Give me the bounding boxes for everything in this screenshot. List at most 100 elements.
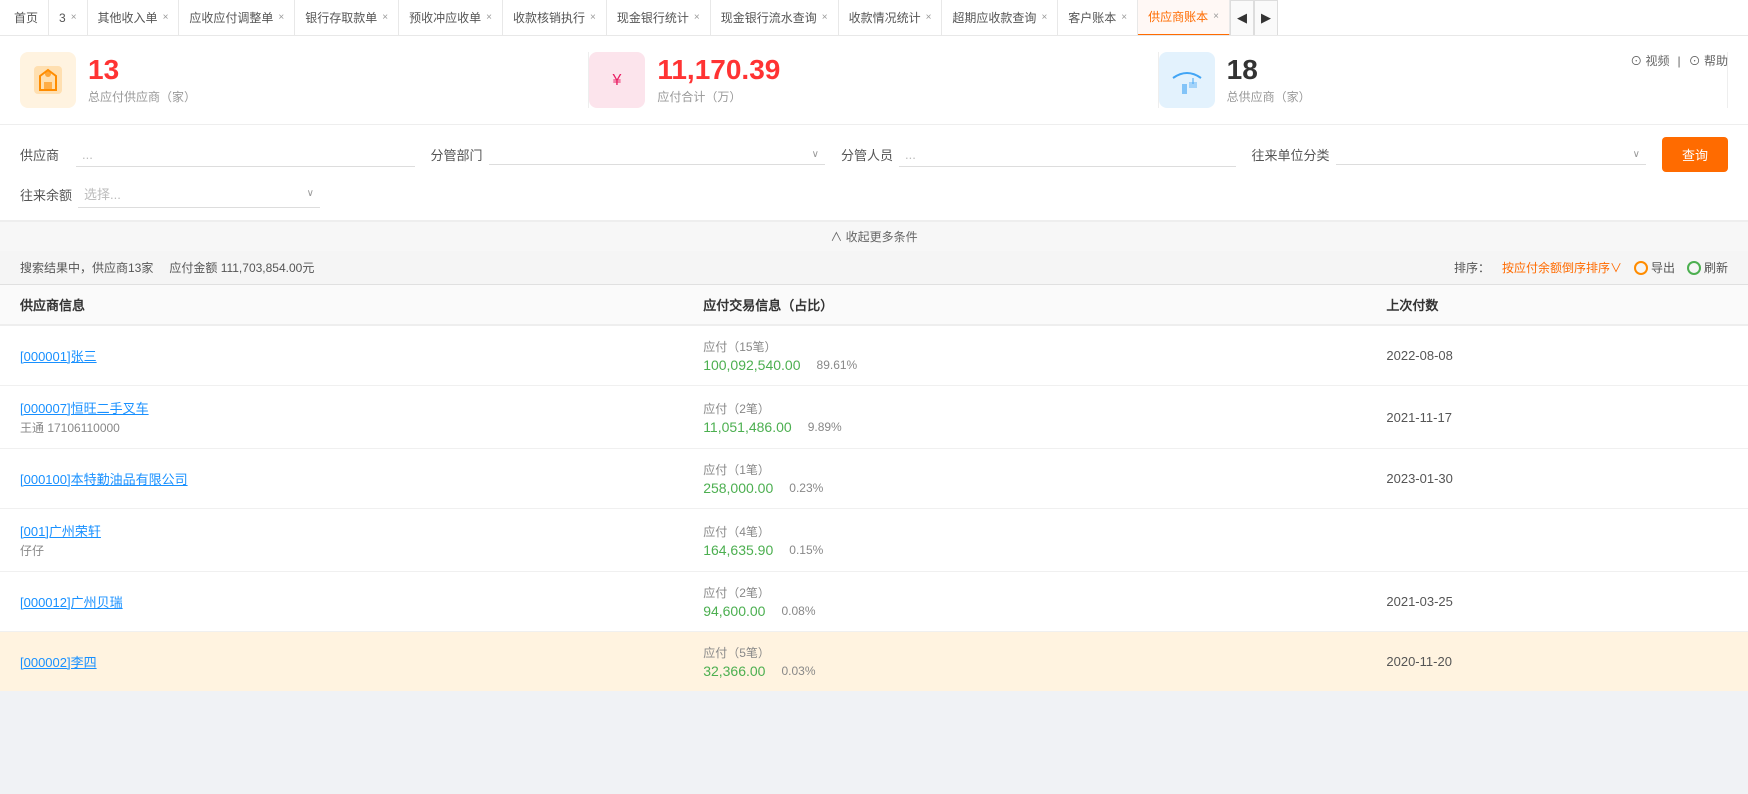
supplier-link[interactable]: [001]广州荣轩 xyxy=(20,521,703,540)
close-icon[interactable]: × xyxy=(486,12,492,23)
nav-tab-collection-verify-label: 收款核销执行 xyxy=(513,9,585,26)
result-bar: 搜索结果中，供应商13家 应付金额 111,703,854.00元 排序： 按应… xyxy=(0,251,1748,285)
summary-bar: 13 总应付供应商（家） ¥ 11,170.39 应付合计（万） xyxy=(0,36,1748,125)
supplier-link[interactable]: [000001]张三 xyxy=(20,346,703,365)
sort-select[interactable]: 按应付余额倒序排序∨ xyxy=(1502,259,1622,276)
close-icon[interactable]: × xyxy=(1121,12,1127,23)
result-info: 搜索结果中，供应商13家 应付金额 111,703,854.00元 xyxy=(20,259,314,276)
tx-amount[interactable]: 94,600.00 xyxy=(703,603,765,619)
category-filter-label: 往来单位分类 xyxy=(1252,145,1330,164)
nav-tab-collection-verify[interactable]: 收款核销执行 × xyxy=(503,0,607,36)
card2-label: 应付合计（万） xyxy=(657,88,780,105)
nav-next-arrow[interactable]: ▶ xyxy=(1254,0,1278,36)
filter-area: 供应商 分管部门 ∨ 分管人员 往来单位分类 ∨ 查询 xyxy=(0,125,1748,221)
category-select[interactable]: ∨ xyxy=(1336,145,1646,165)
collapse-conditions-bar[interactable]: ∧ 收起更多条件 xyxy=(0,221,1748,251)
tx-cell: 应付（4笔） 164,635.90 0.15% xyxy=(703,523,1386,558)
nav-tab-collect-stat[interactable]: 收款情况统计 × xyxy=(839,0,943,36)
filter-supplier: 供应商 xyxy=(20,143,415,167)
chevron-down-icon: ∨ xyxy=(307,188,314,199)
video-link[interactable]: ⊙ 视频 xyxy=(1630,52,1669,69)
balance-select[interactable]: 选择... ∨ xyxy=(78,180,320,208)
nav-tab-other-income[interactable]: 其他收入单 × xyxy=(88,0,180,36)
nav-tab-customer-account[interactable]: 客户账本 × xyxy=(1058,0,1138,36)
nav-tab-bank-deposit-label: 银行存取款单 xyxy=(305,9,377,26)
close-icon[interactable]: × xyxy=(926,12,932,23)
filter-row-1: 供应商 分管部门 ∨ 分管人员 往来单位分类 ∨ 查询 xyxy=(20,137,1728,172)
close-icon[interactable]: × xyxy=(1213,11,1219,22)
close-icon[interactable]: × xyxy=(163,12,169,23)
supplier-link[interactable]: [000002]李四 xyxy=(20,652,703,671)
tx-label: 应付（5笔） xyxy=(703,644,1386,661)
filter-balance: 往来余额 选择... ∨ xyxy=(20,180,320,208)
summary-card-payable-total: ¥ 11,170.39 应付合计（万） xyxy=(589,52,1158,108)
last-pay-cell: 2021-11-17 xyxy=(1386,410,1728,425)
refresh-label: 刷新 xyxy=(1704,259,1728,276)
close-icon[interactable]: × xyxy=(382,12,388,23)
balance-filter-label: 往来余额 xyxy=(20,185,72,204)
top-right-links: ⊙ 视频 | ⊙ 帮助 xyxy=(1630,52,1728,69)
supplier-link[interactable]: [000100]本特勤油品有限公司 xyxy=(20,469,703,488)
close-icon[interactable]: × xyxy=(1041,12,1047,23)
supplier-cell: [000002]李四 xyxy=(20,652,703,671)
filter-person: 分管人员 xyxy=(841,143,1236,167)
refresh-button[interactable]: 刷新 xyxy=(1687,259,1728,276)
tx-amount[interactable]: 32,366.00 xyxy=(703,663,765,679)
top-navigation: 首页 3 × 其他收入单 × 应收应付调整单 × 银行存取款单 × 预收冲应收单… xyxy=(0,0,1748,36)
supplier-input[interactable] xyxy=(76,143,415,167)
tx-label: 应付（1笔） xyxy=(703,461,1386,478)
total-suppliers: 18 xyxy=(1227,55,1311,86)
tx-label: 应付（2笔） xyxy=(703,584,1386,601)
table-row: [000001]张三 应付（15笔） 100,092,540.00 89.61%… xyxy=(0,326,1748,386)
payable-icon: ¥ xyxy=(589,52,645,108)
tx-cell: 应付（2笔） 94,600.00 0.08% xyxy=(703,584,1386,619)
supplier-icon xyxy=(20,52,76,108)
person-filter-label: 分管人员 xyxy=(841,145,893,164)
card2-info: 11,170.39 应付合计（万） xyxy=(657,55,780,105)
query-button[interactable]: 查询 xyxy=(1662,137,1728,172)
close-icon[interactable]: × xyxy=(71,12,77,23)
dept-select[interactable]: ∨ xyxy=(489,145,825,165)
result-supplier-count: 搜索结果中，供应商13家 xyxy=(20,259,153,276)
help-link[interactable]: ⊙ 帮助 xyxy=(1689,52,1728,69)
tx-amount[interactable]: 11,051,486.00 xyxy=(703,419,792,435)
filter-row-2: 往来余额 选择... ∨ xyxy=(20,180,1728,208)
nav-tab-supplier-account[interactable]: 供应商账本 × xyxy=(1138,0,1230,36)
tx-label: 应付（4笔） xyxy=(703,523,1386,540)
nav-tab-prepay-collect[interactable]: 预收冲应收单 × xyxy=(399,0,503,36)
person-input[interactable] xyxy=(899,143,1235,167)
supplier-sub: 王通 17106110000 xyxy=(20,419,703,436)
close-icon[interactable]: × xyxy=(822,12,828,23)
tx-label: 应付（15笔） xyxy=(703,338,1386,355)
nav-prev-arrow[interactable]: ◀ xyxy=(1230,0,1254,36)
payable-total-amount: 11,170.39 xyxy=(657,55,780,86)
close-icon[interactable]: × xyxy=(694,12,700,23)
export-button[interactable]: 导出 xyxy=(1634,259,1675,276)
nav-tab-cash-bank-stat[interactable]: 现金银行统计 × xyxy=(607,0,711,36)
tx-amount[interactable]: 164,635.90 xyxy=(703,542,773,558)
table-row: [000007]恒旺二手叉车 王通 17106110000 应付（2笔） 11,… xyxy=(0,386,1748,449)
store-icon xyxy=(1159,52,1215,108)
filter-category: 往来单位分类 ∨ xyxy=(1252,145,1647,165)
tx-amount[interactable]: 100,092,540.00 xyxy=(703,357,800,373)
supplier-link[interactable]: [000012]广州贝瑞 xyxy=(20,592,703,611)
nav-tab-home-label: 首页 xyxy=(14,9,38,26)
nav-tab-bank-deposit[interactable]: 银行存取款单 × xyxy=(295,0,399,36)
tx-amount[interactable]: 258,000.00 xyxy=(703,480,773,496)
close-icon[interactable]: × xyxy=(590,12,596,23)
link-separator: | xyxy=(1678,54,1681,68)
table-body: [000001]张三 应付（15笔） 100,092,540.00 89.61%… xyxy=(0,326,1748,691)
nav-tab-cash-bank-flow-label: 现金银行流水查询 xyxy=(721,9,817,26)
nav-tab-ap-adjust[interactable]: 应收应付调整单 × xyxy=(179,0,295,36)
export-label: 导出 xyxy=(1651,259,1675,276)
nav-tab-home[interactable]: 首页 xyxy=(4,0,49,36)
header-supplier-info: 供应商信息 xyxy=(20,295,703,314)
tx-pct: 0.08% xyxy=(781,604,815,618)
supplier-link[interactable]: [000007]恒旺二手叉车 xyxy=(20,398,703,417)
nav-tab-3[interactable]: 3 × xyxy=(49,0,88,36)
close-icon[interactable]: × xyxy=(278,12,284,23)
nav-tab-cash-bank-flow[interactable]: 现金银行流水查询 × xyxy=(711,0,839,36)
supplier-sub: 仔仔 xyxy=(20,542,703,559)
last-pay-cell: 2023-01-30 xyxy=(1386,471,1728,486)
nav-tab-overdue-query[interactable]: 超期应收款查询 × xyxy=(942,0,1058,36)
